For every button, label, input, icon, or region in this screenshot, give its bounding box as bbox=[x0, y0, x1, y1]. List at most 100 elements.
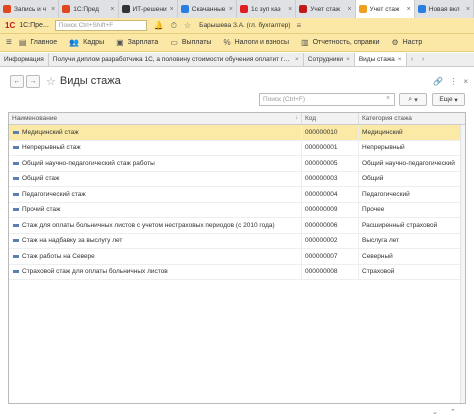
cell-category: Общий bbox=[362, 175, 384, 183]
experience-types-table: Наименование ↓ Код Категория стажа Медици… bbox=[8, 112, 466, 404]
close-icon[interactable]: × bbox=[346, 56, 350, 63]
favorite-star-icon[interactable]: ☆ bbox=[46, 75, 56, 88]
close-icon[interactable]: × bbox=[347, 6, 351, 13]
sort-arrow-icon: ↓ bbox=[295, 115, 298, 121]
browser-tab[interactable]: 1С:Пред × bbox=[59, 0, 119, 18]
list-item-icon bbox=[13, 270, 19, 274]
table-row[interactable]: Непрерывный стаж 000000001 Непрерывный bbox=[9, 140, 465, 156]
cell-category: Педагогический bbox=[362, 190, 410, 198]
browser-tab[interactable]: Скачанные × bbox=[178, 0, 237, 18]
menu-icon[interactable]: ≡ bbox=[6, 37, 12, 48]
table-row[interactable]: Стаж для оплаты больничных листов с учет… bbox=[9, 218, 465, 234]
close-icon[interactable]: × bbox=[288, 6, 292, 13]
open-tab-experience-types[interactable]: Виды стажа × bbox=[354, 53, 407, 66]
forward-button[interactable]: → bbox=[26, 74, 40, 88]
more-button[interactable]: Еще ▾ bbox=[432, 93, 465, 106]
list-item-icon bbox=[13, 192, 19, 196]
close-icon[interactable]: × bbox=[295, 56, 299, 63]
favicon-icon bbox=[240, 5, 248, 13]
list-item-icon bbox=[13, 177, 19, 181]
bell-icon[interactable]: 🔔 bbox=[154, 21, 164, 30]
table-row[interactable]: Стаж работы на Севере 000000007 Северный bbox=[9, 249, 465, 265]
sections-panel: ≡ ▤ Главное 👥 Кадры ▣ Зарплата ▭ Выплаты % На… bbox=[0, 34, 474, 52]
column-header-category[interactable]: Категория стажа bbox=[359, 113, 455, 124]
cell-category: Расширенный страховой bbox=[362, 221, 438, 229]
global-search-input[interactable]: Поиск Ctrl+Shift+F bbox=[54, 20, 147, 31]
close-icon[interactable]: × bbox=[398, 56, 402, 63]
history-icon[interactable]: ⏱ bbox=[171, 21, 177, 31]
close-icon[interactable]: × bbox=[229, 6, 233, 13]
find-button[interactable]: ⌕ ▾ bbox=[399, 93, 427, 106]
section-main[interactable]: ▤ Главное bbox=[19, 38, 57, 47]
chevron-left-icon[interactable]: ‹ bbox=[407, 53, 418, 66]
column-header-code[interactable]: Код bbox=[302, 113, 359, 124]
list-item-icon bbox=[13, 146, 19, 150]
close-icon[interactable]: × bbox=[463, 77, 468, 86]
open-tab-employees[interactable]: Сотрудники × bbox=[304, 53, 355, 66]
cell-name: Педагогический стаж bbox=[9, 187, 302, 202]
scroll-to-top-icon[interactable]: ⌃ bbox=[450, 408, 456, 416]
open-tab-promo[interactable]: Получи диплом разработчика 1С, а половин… bbox=[49, 53, 304, 66]
chevron-down-icon: ▾ bbox=[414, 96, 418, 104]
cell-category: Страховой bbox=[362, 268, 395, 276]
column-header-name[interactable]: Наименование ↓ bbox=[9, 113, 302, 124]
back-button[interactable]: ← bbox=[10, 74, 24, 88]
cell-category: Прочее bbox=[362, 206, 385, 214]
link-icon[interactable]: 🔗 bbox=[433, 77, 443, 86]
close-icon[interactable]: × bbox=[51, 6, 55, 13]
table-header: Наименование ↓ Код Категория стажа bbox=[9, 113, 465, 125]
table-row[interactable]: Медицинский стаж 000000010 Медицинский bbox=[9, 125, 465, 141]
open-tab-info[interactable]: Информация bbox=[0, 53, 49, 66]
cell-name: Прочий стаж bbox=[9, 202, 302, 217]
section-taxes[interactable]: % Налоги и взносы bbox=[223, 38, 289, 47]
browser-tab[interactable]: Учет стаж × bbox=[296, 0, 356, 18]
table-row[interactable]: Прочий стаж 000000009 Прочее bbox=[9, 202, 465, 218]
cell-name: Стаж для оплаты больничных листов с учет… bbox=[9, 218, 302, 233]
browser-tab[interactable]: Запись и ч × bbox=[0, 0, 60, 18]
table-row[interactable]: Стаж на надбавку за выслугу лет 000000002… bbox=[9, 233, 465, 249]
cell-code: 000000007 bbox=[302, 249, 359, 264]
cell-category: Непрерывный bbox=[362, 144, 405, 152]
section-payments[interactable]: ▭ Выплаты bbox=[170, 38, 211, 47]
browser-tab[interactable]: Новая вкл × bbox=[415, 0, 474, 18]
table-row[interactable]: Общий научно-педагогический стаж работы 0… bbox=[9, 156, 465, 172]
app-title: 1С:Пре... bbox=[19, 22, 49, 29]
list-item-icon bbox=[13, 254, 19, 258]
section-settings[interactable]: ⚙ Настр bbox=[392, 38, 423, 47]
favicon-icon bbox=[299, 5, 308, 13]
list-item-icon bbox=[13, 223, 19, 227]
star-icon[interactable]: ☆ bbox=[184, 21, 191, 30]
cell-name: Стаж работы на Севере bbox=[9, 249, 302, 264]
table-row[interactable]: Педагогический стаж 000000004 Педагогическ… bbox=[9, 187, 465, 203]
chevron-down-icon: ▾ bbox=[454, 96, 458, 104]
favicon-icon bbox=[62, 5, 71, 13]
clear-icon[interactable]: × bbox=[386, 95, 390, 102]
user-name[interactable]: Барышева З.А. (гл. бухгалтер) bbox=[199, 22, 290, 29]
list-search-input[interactable]: Поиск (Ctrl+F) bbox=[259, 93, 395, 106]
cell-name: Медицинский стаж bbox=[9, 125, 302, 140]
cell-code: 000000010 bbox=[302, 125, 359, 140]
table-row[interactable]: Страховой стаж для оплаты больничных лис… bbox=[9, 264, 465, 280]
close-icon[interactable]: × bbox=[466, 6, 470, 13]
section-reports[interactable]: ▥ Отчетность, справки bbox=[301, 38, 380, 47]
scroll-to-bottom-icon[interactable]: ⌄ bbox=[432, 408, 438, 416]
form-header: ← → ☆ Виды стажа 🔗 ⋮ × bbox=[0, 70, 474, 92]
close-icon[interactable]: × bbox=[170, 6, 174, 13]
section-hr[interactable]: 👥 Кадры bbox=[69, 38, 104, 47]
chevron-right-icon[interactable]: › bbox=[418, 53, 429, 66]
more-vertical-icon[interactable]: ⋮ bbox=[449, 77, 457, 86]
download-icon bbox=[180, 5, 189, 13]
cell-name: Общий стаж bbox=[9, 171, 302, 186]
close-icon[interactable]: × bbox=[110, 6, 114, 13]
section-salary[interactable]: ▣ Зарплата bbox=[116, 38, 158, 47]
percent-icon: % bbox=[223, 38, 231, 47]
browser-tab[interactable]: ИТ-решени × bbox=[119, 0, 178, 18]
wallet-icon: ▣ bbox=[116, 38, 124, 47]
browser-tab[interactable]: 1с зуп каз × bbox=[237, 0, 297, 18]
list-item-icon bbox=[13, 239, 19, 243]
settings-menu-icon[interactable]: ≡ bbox=[296, 21, 301, 30]
browser-tab-active[interactable]: Учет стаж × bbox=[355, 0, 415, 18]
close-icon[interactable]: × bbox=[407, 6, 411, 13]
table-row[interactable]: Общий стаж 000000003 Общий bbox=[9, 171, 465, 187]
vertical-scrollbar[interactable] bbox=[460, 125, 465, 403]
